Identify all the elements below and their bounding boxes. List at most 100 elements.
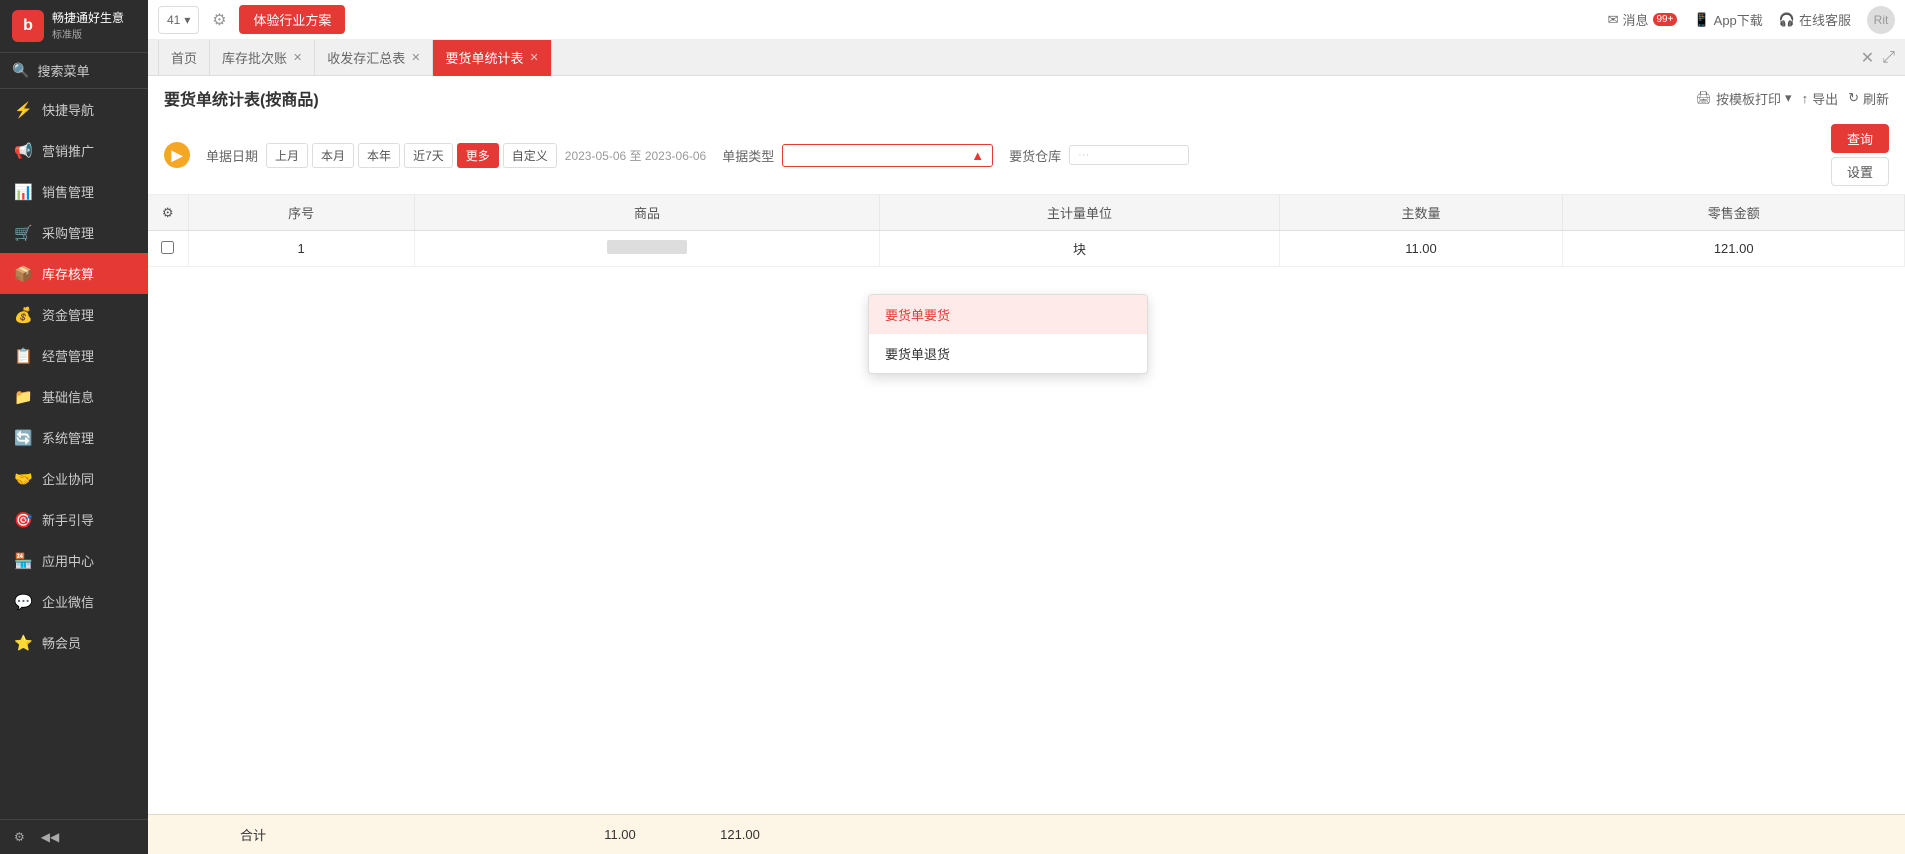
footer-amount: 121.00 bbox=[680, 827, 800, 842]
enterprise-icon: 🤝 bbox=[14, 470, 32, 488]
tab-selector[interactable]: 41 ▾ bbox=[158, 6, 199, 34]
filter-expand-button[interactable]: ▶ bbox=[164, 142, 190, 168]
service-button[interactable]: 🎧 在线客服 bbox=[1779, 10, 1851, 29]
appstore-icon: 🏪 bbox=[14, 552, 32, 570]
tabbar: 首页 库存批次账 ✕ 收发存汇总表 ✕ 要货单统计表 ✕ ✕ ⤢ bbox=[148, 40, 1905, 76]
logo-icon: b bbox=[12, 10, 44, 42]
sidebar-item-guide[interactable]: 🎯 新手引导 bbox=[0, 499, 148, 540]
date-btn-this-year[interactable]: 本年 bbox=[358, 143, 400, 168]
col-settings[interactable]: ⚙ bbox=[148, 195, 188, 231]
notif-label: 消息 bbox=[1622, 10, 1648, 29]
notification-button[interactable]: ✉ 消息 99+ bbox=[1608, 10, 1678, 29]
date-filter-group: 单据日期 上月 本月 本年 近7天 更多 自定义 2023-05-06 至 20… bbox=[206, 143, 706, 168]
logo-sub: 标准版 bbox=[52, 26, 124, 41]
phone-icon: 📱 bbox=[1693, 12, 1709, 28]
type-dropdown-menu: 要货单要货 要货单退货 bbox=[868, 294, 1148, 374]
row-checkbox[interactable] bbox=[148, 231, 188, 267]
tab-home[interactable]: 首页 bbox=[158, 40, 210, 76]
sidebar-item-quick[interactable]: ⚡ 快捷导航 bbox=[0, 89, 148, 130]
row-product bbox=[414, 231, 880, 267]
settings-icon[interactable]: ⚙ bbox=[14, 830, 25, 844]
tab-summary[interactable]: 收发存汇总表 ✕ bbox=[315, 40, 433, 76]
row-amount: 121.00 bbox=[1563, 231, 1905, 267]
sidebar-item-finance[interactable]: 💰 资金管理 bbox=[0, 294, 148, 335]
export-icon: ↑ bbox=[1802, 91, 1809, 106]
export-label: 导出 bbox=[1812, 89, 1838, 108]
nav-label-system: 系统管理 bbox=[42, 428, 94, 447]
tab-selector-value: 41 bbox=[167, 13, 180, 27]
notif-badge: 99+ bbox=[1653, 13, 1678, 26]
print-button[interactable]: 🖨 按模板打印 ▾ bbox=[1696, 89, 1792, 108]
tab-inventory-batch-close[interactable]: ✕ bbox=[293, 51, 302, 64]
sidebar-item-appstore[interactable]: 🏪 应用中心 bbox=[0, 540, 148, 581]
nav-label-wechat: 企业微信 bbox=[42, 592, 94, 611]
headset-icon: 🎧 bbox=[1779, 12, 1795, 28]
page-header: 要货单统计表(按商品) 🖨 按模板打印 ▾ ↑ 导出 ↻ 刷新 bbox=[148, 76, 1905, 116]
tab-order-stats[interactable]: 要货单统计表 ✕ bbox=[433, 40, 551, 76]
nav-label-appstore: 应用中心 bbox=[42, 551, 94, 570]
refresh-button[interactable]: ↻ 刷新 bbox=[1848, 89, 1889, 108]
tab-order-stats-close[interactable]: ✕ bbox=[530, 51, 539, 64]
type-select-chevron-up-icon: ▲ bbox=[971, 148, 984, 163]
product-name-blurred bbox=[607, 240, 687, 254]
refresh-icon: ↻ bbox=[1848, 90, 1859, 106]
tab-summary-close[interactable]: ✕ bbox=[411, 51, 420, 64]
main-table: ⚙ 序号 商品 主计量单位 主数量 零售金额 1 bbox=[148, 195, 1905, 267]
date-range-label: 2023-05-06 至 2023-06-06 bbox=[565, 147, 706, 164]
nav-label-enterprise: 企业协同 bbox=[42, 469, 94, 488]
collapse-icon[interactable]: ◀◀ bbox=[41, 830, 59, 844]
expand-icon[interactable]: ⤢ bbox=[1882, 49, 1895, 67]
topbar: 41 ▾ ⚙ 体验行业方案 ✉ 消息 99+ 📱 App下载 🎧 在线客服 Ri… bbox=[148, 0, 1905, 40]
search-icon: 🔍 bbox=[12, 62, 29, 79]
nav-label-marketing: 营销推广 bbox=[42, 141, 94, 160]
sidebar-item-basic[interactable]: 📁 基础信息 bbox=[0, 376, 148, 417]
sidebar-item-sales[interactable]: 📊 销售管理 bbox=[0, 171, 148, 212]
gear-button[interactable]: ⚙ bbox=[205, 6, 233, 34]
type-filter-label: 单据类型 bbox=[722, 146, 774, 165]
sidebar-search[interactable]: 🔍 搜索菜单 bbox=[0, 53, 148, 89]
operation-icon: 📋 bbox=[14, 347, 32, 365]
dropdown-item-order-return[interactable]: 要货单退货 bbox=[869, 334, 1147, 373]
sidebar-item-member[interactable]: ⭐ 畅会员 bbox=[0, 622, 148, 663]
tab-inventory-batch[interactable]: 库存批次账 ✕ bbox=[210, 40, 315, 76]
sidebar-item-system[interactable]: 🔄 系统管理 bbox=[0, 417, 148, 458]
date-btn-more[interactable]: 更多 bbox=[457, 143, 499, 168]
nav-label-purchase: 采购管理 bbox=[42, 223, 94, 242]
marketing-icon: 📢 bbox=[14, 142, 32, 160]
inventory-icon: 📦 bbox=[14, 265, 32, 283]
nav-label-finance: 资金管理 bbox=[42, 305, 94, 324]
date-btn-prev-month[interactable]: 上月 bbox=[266, 143, 308, 168]
row-qty: 11.00 bbox=[1279, 231, 1563, 267]
industry-button[interactable]: 体验行业方案 bbox=[239, 5, 345, 34]
footer-label: 合计 bbox=[240, 825, 440, 844]
sidebar-item-wechat[interactable]: 💬 企业微信 bbox=[0, 581, 148, 622]
query-button[interactable]: 查询 bbox=[1831, 124, 1889, 153]
warehouse-select[interactable]: ··· bbox=[1069, 145, 1189, 165]
page-actions: 🖨 按模板打印 ▾ ↑ 导出 ↻ 刷新 bbox=[1696, 89, 1890, 108]
service-label: 在线客服 bbox=[1799, 10, 1851, 29]
tab-summary-label: 收发存汇总表 bbox=[327, 48, 405, 67]
type-filter-input[interactable] bbox=[791, 148, 967, 163]
app-download-button[interactable]: 📱 App下载 bbox=[1693, 10, 1762, 29]
sidebar-item-enterprise[interactable]: 🤝 企业协同 bbox=[0, 458, 148, 499]
table-container: ⚙ 序号 商品 主计量单位 主数量 零售金额 1 bbox=[148, 195, 1905, 814]
sidebar-search-label: 搜索菜单 bbox=[37, 61, 89, 80]
date-btn-this-month[interactable]: 本月 bbox=[312, 143, 354, 168]
finance-icon: 💰 bbox=[14, 306, 32, 324]
chevron-down-icon: ▾ bbox=[184, 13, 190, 27]
close-all-icon[interactable]: ✕ bbox=[1861, 48, 1874, 68]
date-btn-custom[interactable]: 自定义 bbox=[503, 143, 557, 168]
sidebar-item-marketing[interactable]: 📢 营销推广 bbox=[0, 130, 148, 171]
sidebar-nav: ⚡ 快捷导航 📢 营销推广 📊 销售管理 🛒 采购管理 📦 库存核算 💰 资金管… bbox=[0, 89, 148, 819]
dropdown-item-order-request[interactable]: 要货单要货 bbox=[869, 295, 1147, 334]
type-filter-select[interactable]: ▲ bbox=[782, 144, 993, 167]
sidebar-item-operation[interactable]: 📋 经营管理 bbox=[0, 335, 148, 376]
set-button[interactable]: 设置 bbox=[1831, 157, 1889, 186]
date-btn-7days[interactable]: 近7天 bbox=[404, 143, 453, 168]
col-unit: 主计量单位 bbox=[880, 195, 1279, 231]
sidebar-item-purchase[interactable]: 🛒 采购管理 bbox=[0, 212, 148, 253]
sidebar-item-inventory[interactable]: 📦 库存核算 bbox=[0, 253, 148, 294]
avatar[interactable]: Rit bbox=[1867, 6, 1895, 34]
nav-label-inventory: 库存核算 bbox=[42, 264, 94, 283]
export-button[interactable]: ↑ 导出 bbox=[1802, 89, 1839, 108]
